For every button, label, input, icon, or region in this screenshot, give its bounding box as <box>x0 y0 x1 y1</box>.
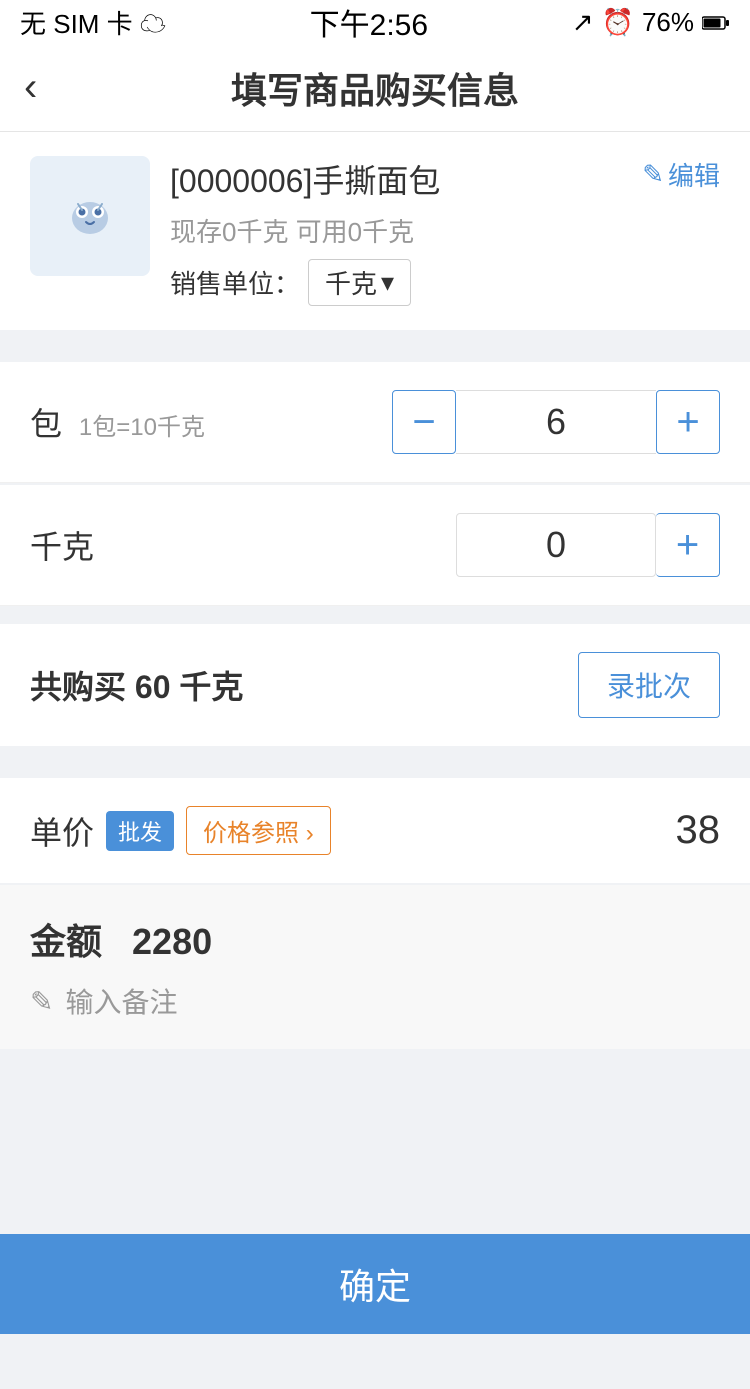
status-bar: 无 SIM 卡 ☁ 下午2:56 ↗ ⏰ 76% <box>0 0 750 44</box>
kilogram-control: + <box>456 513 720 577</box>
price-value: 38 <box>676 808 721 853</box>
package-input[interactable] <box>456 390 656 454</box>
price-row: 单价 批发 价格参照 › 38 <box>30 806 720 855</box>
kilogram-label: 千克 <box>30 529 94 565</box>
price-label-group: 单价 批发 价格参照 › <box>30 806 331 855</box>
price-label: 单价 <box>30 808 94 854</box>
package-hint: 1包=10千克 <box>79 414 205 441</box>
total-unit: 千克 <box>179 669 243 705</box>
price-ref-button[interactable]: 价格参照 › <box>186 806 331 855</box>
product-unit: 销售单位： 千克 ▾ <box>170 259 720 306</box>
package-section: 包 1包=10千克 − + <box>0 362 750 483</box>
battery-icon <box>702 7 730 38</box>
total-section: 共购买 60 千克 录批次 <box>0 624 750 746</box>
divider-3 <box>0 762 750 778</box>
alarm-icon: ⏰ <box>602 7 634 38</box>
product-section: [0000006]手撕面包 ✎ 编辑 现存0千克 可用0千克 销售单位： 千克 … <box>0 132 750 330</box>
battery-percent: 76% <box>642 7 694 38</box>
unit-value: 千克 <box>325 264 377 301</box>
nav-bar: ‹ 填写商品购买信息 <box>0 44 750 132</box>
kilogram-label-group: 千克 <box>30 522 94 568</box>
amount-value: 2280 <box>132 921 212 962</box>
confirm-button[interactable]: 确定 <box>0 1234 750 1334</box>
product-header: [0000006]手撕面包 ✎ 编辑 <box>170 156 720 202</box>
package-row: 包 1包=10千克 − + <box>0 362 750 483</box>
edit-label: 编辑 <box>668 156 720 193</box>
product-image <box>30 156 150 276</box>
batch-button[interactable]: 录批次 <box>578 652 720 718</box>
package-control: − + <box>392 390 720 454</box>
unit-label: 销售单位： <box>170 264 300 301</box>
amount-section: 金额 2280 ✎ 输入备注 <box>0 885 750 1049</box>
dropdown-icon: ▾ <box>381 267 394 298</box>
package-label: 包 <box>30 406 62 442</box>
sim-status: 无 SIM 卡 ☁ <box>20 4 166 41</box>
edit-icon: ✎ <box>642 159 664 190</box>
total-amount: 60 <box>135 669 171 705</box>
total-prefix: 共购买 <box>30 669 126 705</box>
status-time: 下午2:56 <box>310 0 428 44</box>
package-minus-button[interactable]: − <box>392 390 456 454</box>
package-plus-button[interactable]: + <box>656 390 720 454</box>
edit-button[interactable]: ✎ 编辑 <box>642 156 720 193</box>
total-text: 共购买 60 千克 <box>30 662 243 708</box>
amount-label: 金额 <box>30 921 102 962</box>
kilogram-row: 千克 + <box>0 485 750 606</box>
remark-row[interactable]: ✎ 输入备注 <box>30 981 720 1021</box>
product-name: [0000006]手撕面包 <box>170 156 440 202</box>
kilogram-plus-button[interactable]: + <box>656 513 720 577</box>
status-left: 无 SIM 卡 ☁ <box>20 4 166 41</box>
divider-2 <box>0 608 750 624</box>
divider-1 <box>0 346 750 362</box>
page-title: 填写商品购买信息 <box>231 62 519 114</box>
product-info: [0000006]手撕面包 ✎ 编辑 现存0千克 可用0千克 销售单位： 千克 … <box>170 156 720 306</box>
location-icon: ↗ <box>572 7 594 38</box>
package-label-group: 包 1包=10千克 <box>30 399 205 445</box>
kilogram-input[interactable] <box>456 513 656 577</box>
price-section: 单价 批发 价格参照 › 38 <box>0 778 750 883</box>
price-tag: 批发 <box>106 811 174 851</box>
product-stock: 现存0千克 可用0千克 <box>170 212 720 249</box>
status-right: ↗ ⏰ 76% <box>572 7 730 38</box>
kilogram-section: 千克 + <box>0 485 750 606</box>
pencil-icon: ✎ <box>30 985 53 1018</box>
back-button[interactable]: ‹ <box>24 65 37 110</box>
amount-row: 金额 2280 <box>30 913 720 965</box>
content-body <box>0 1049 750 1389</box>
remark-label: 输入备注 <box>65 981 177 1021</box>
unit-select[interactable]: 千克 ▾ <box>308 259 411 306</box>
